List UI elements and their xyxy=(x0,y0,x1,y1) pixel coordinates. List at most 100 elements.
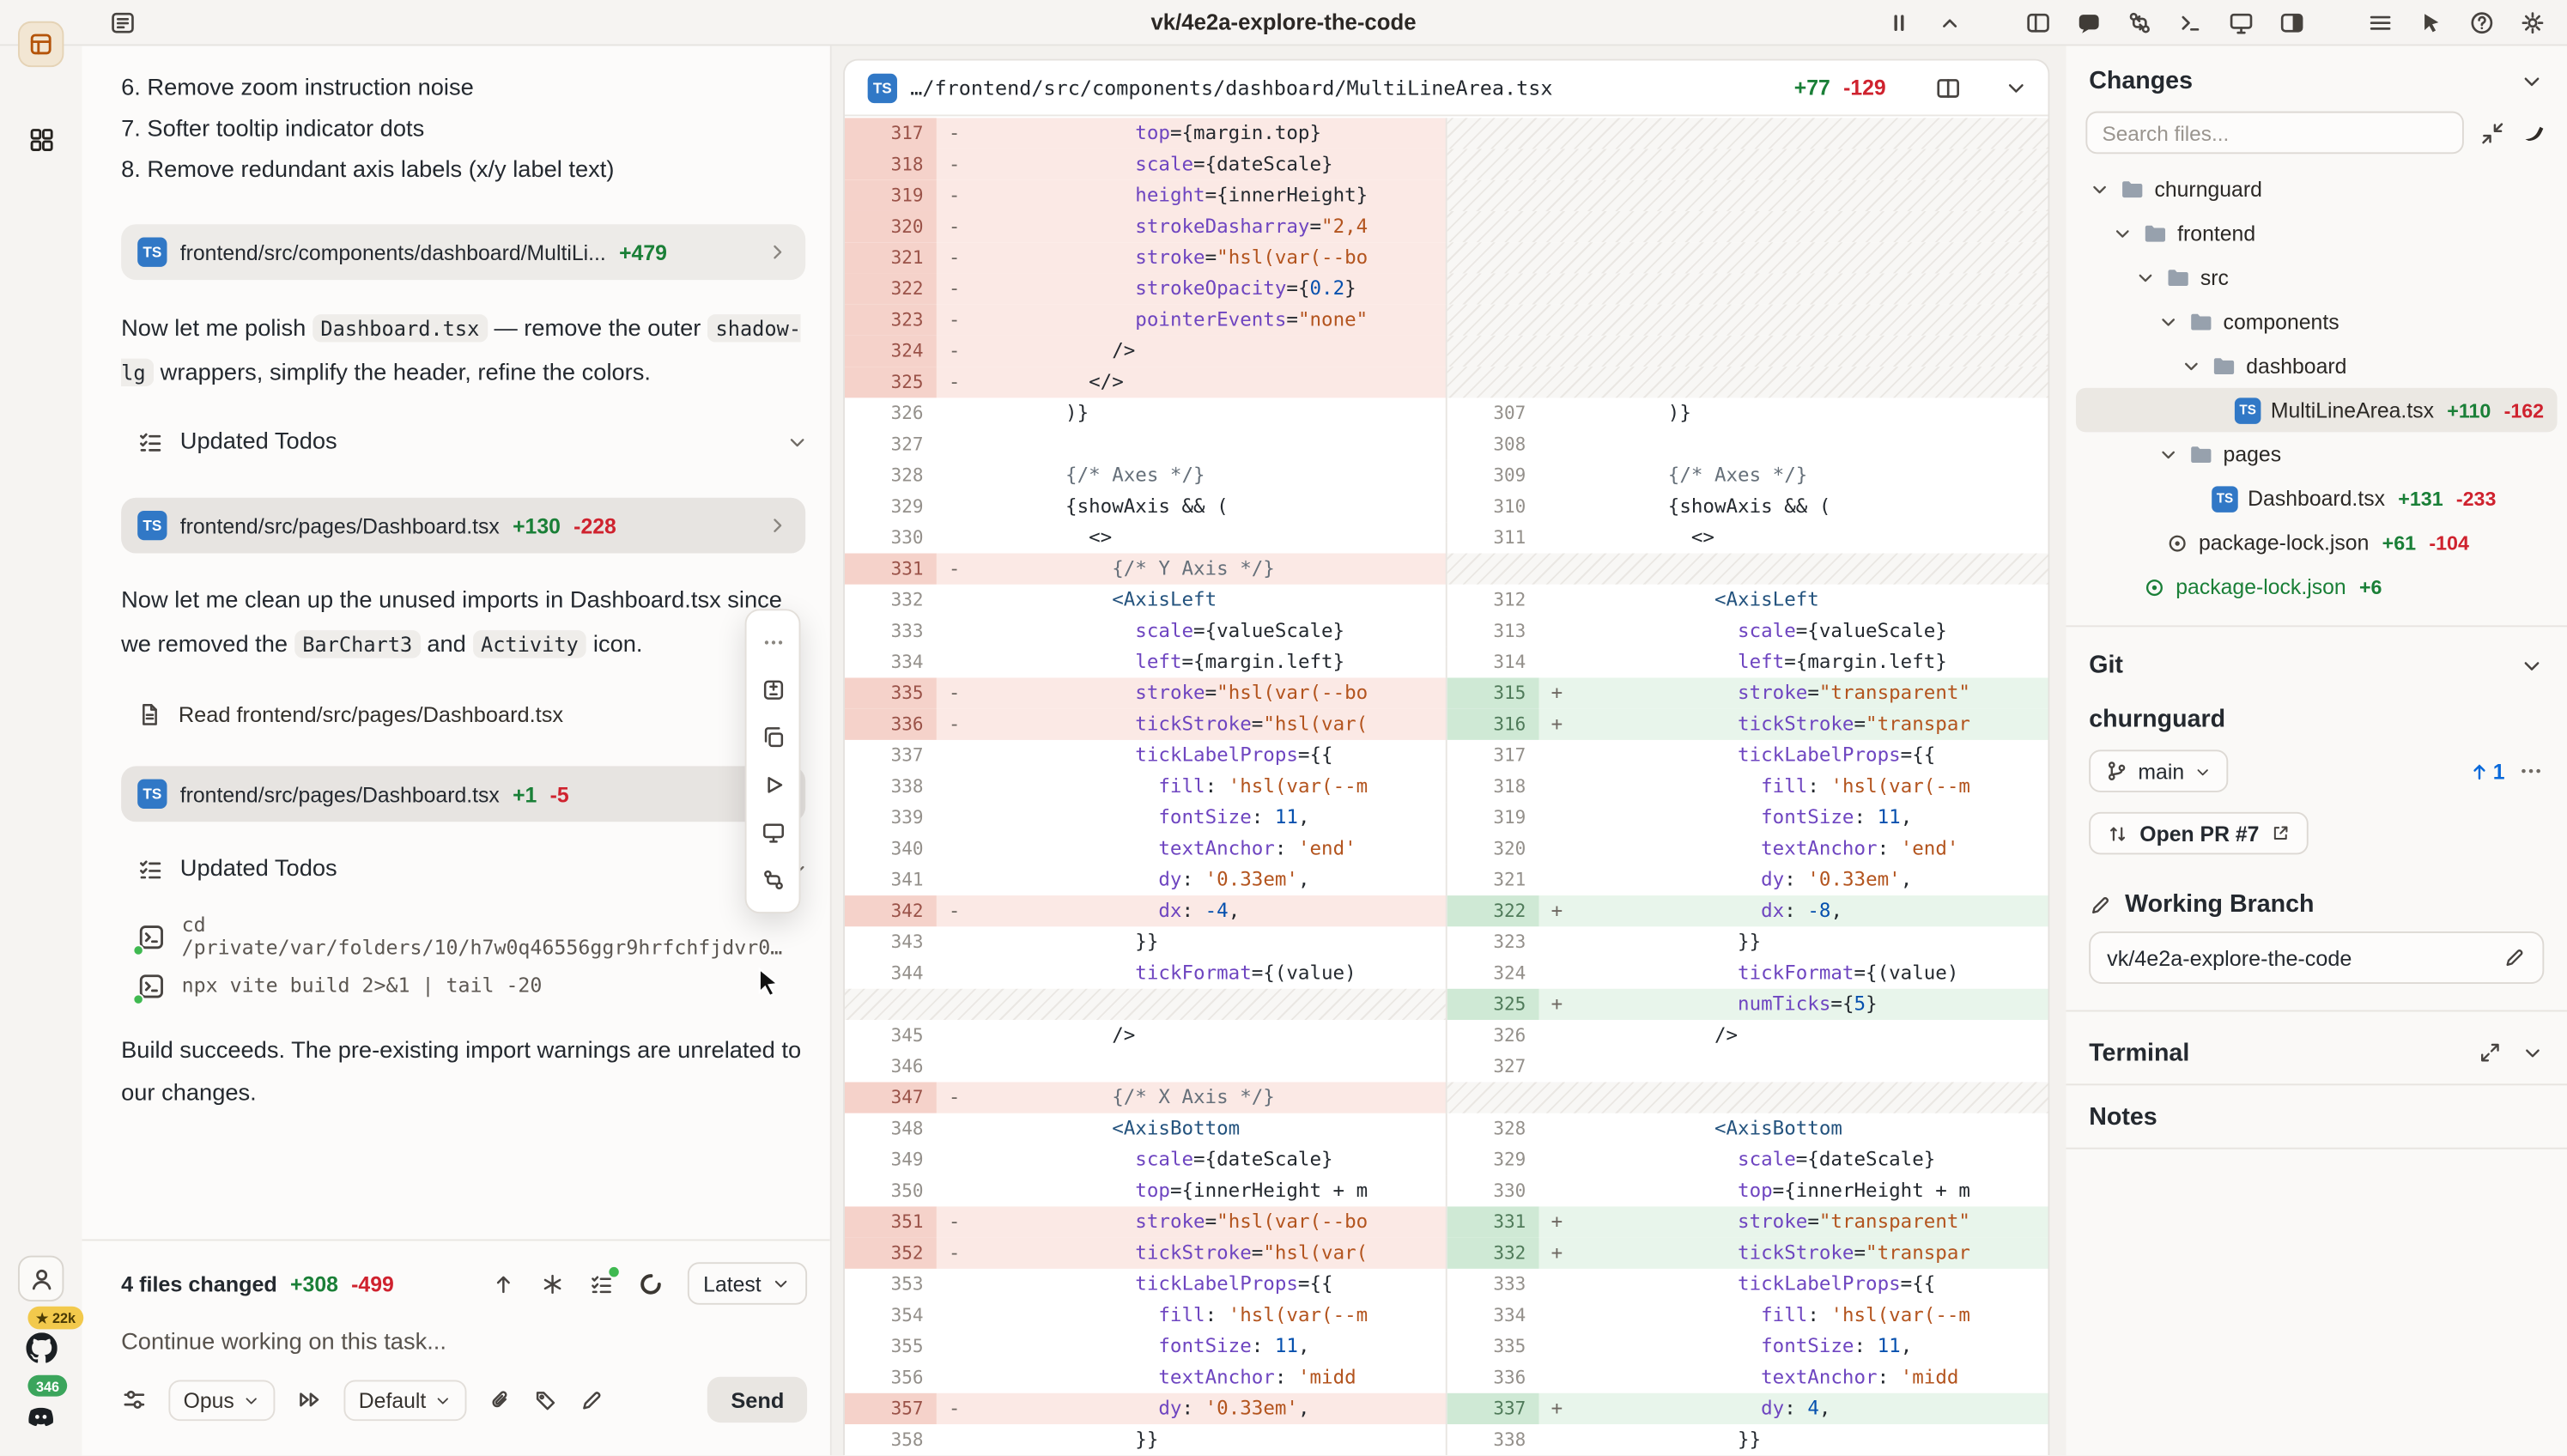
collapse-all-icon xyxy=(2480,120,2505,145)
changes-status-bar: 4 files changed +308 -499 Latest xyxy=(121,1260,807,1306)
diff-removed-line: 352- tickStroke="hsl(var( xyxy=(845,1238,1447,1269)
panel-left-button[interactable] xyxy=(2024,8,2053,37)
workspace-tab-active[interactable] xyxy=(18,21,64,67)
line-number: 344 xyxy=(845,958,937,989)
package-lock-icon xyxy=(2143,575,2166,598)
todo-list-item: 8. Remove redundant axis labels (x/y lab… xyxy=(121,150,807,191)
diff-row: 327308 xyxy=(845,429,2048,460)
github-link[interactable]: ★ 22k xyxy=(18,1325,64,1370)
diff-marker xyxy=(1538,1300,1575,1331)
tree-file-multilinearea-tsx[interactable]: TSMultiLineArea.tsx+110-162 xyxy=(2076,388,2558,432)
play-button[interactable] xyxy=(749,761,795,809)
mode-selector[interactable]: Default xyxy=(344,1380,467,1421)
attach-button[interactable] xyxy=(489,1387,513,1412)
discord-link[interactable]: 346 xyxy=(18,1393,64,1439)
composer-input[interactable] xyxy=(121,1329,807,1356)
commits-ahead[interactable]: 1 xyxy=(2468,759,2504,784)
updated-todos-toggle[interactable]: Updated Todos xyxy=(137,419,809,464)
code-text: dy: '0.33em', xyxy=(973,1393,1446,1424)
edit-branch-button[interactable] xyxy=(2503,946,2527,969)
model-selector[interactable]: Opus xyxy=(168,1380,275,1421)
diff-marker xyxy=(1538,771,1575,802)
diff-row: 357- dy: '0.33em',337+ dy: 4, xyxy=(845,1393,2048,1424)
line-number: 313 xyxy=(1447,616,1539,646)
code-text: <> xyxy=(1575,522,2048,553)
play-icon xyxy=(761,773,786,798)
tree-file-package-lock-json[interactable]: package-lock.json+6 xyxy=(2076,565,2558,609)
split-view-button[interactable] xyxy=(1935,75,1962,101)
pointer-share-button[interactable] xyxy=(2417,8,2446,37)
updated-todos-toggle[interactable]: Updated Todos xyxy=(137,846,809,892)
tree-file-package-lock-json[interactable]: package-lock.json+61-104 xyxy=(2076,520,2558,564)
terminal-command-row[interactable]: cd /private/var/folders/10/h7w0q46556ggr… xyxy=(137,919,807,955)
notes-section-header[interactable]: Notes xyxy=(2066,1089,2567,1144)
git-more-button[interactable] xyxy=(2518,758,2545,785)
git-section-header[interactable]: Git xyxy=(2066,640,2567,689)
tree-folder-src[interactable]: src xyxy=(2076,255,2558,299)
diff-row: 328 {/* Axes */}309 {/* Axes */} xyxy=(845,460,2048,491)
menu-button[interactable] xyxy=(2365,8,2394,37)
code-text: dy: '0.33em', xyxy=(973,864,1446,895)
composer-settings-button[interactable] xyxy=(121,1386,148,1413)
diff-filler xyxy=(1447,180,2048,211)
account-button[interactable] xyxy=(18,1256,64,1301)
branch-selector[interactable]: main xyxy=(2089,749,2228,792)
workspaces-button[interactable] xyxy=(25,123,58,155)
todos-status-button[interactable] xyxy=(589,1271,614,1296)
todo-list-item: 6. Remove zoom instruction noise xyxy=(121,69,807,110)
file-diff-chip[interactable]: TS frontend/src/pages/Dashboard.tsx +1 -… xyxy=(121,766,805,822)
collapse-up-button[interactable] xyxy=(1935,8,1964,37)
terminal-button[interactable] xyxy=(2176,8,2205,37)
pause-button[interactable] xyxy=(1884,8,1914,37)
diff-button[interactable] xyxy=(749,666,795,713)
write-button[interactable] xyxy=(580,1387,605,1412)
changes-section-header[interactable]: Changes xyxy=(2066,56,2567,105)
tree-folder-dashboard[interactable]: dashboard xyxy=(2076,343,2558,387)
tree-folder-churnguard[interactable]: churnguard xyxy=(2076,167,2558,211)
terminal-command-row[interactable]: npx vite build 2>&1 | tail -20 xyxy=(137,968,807,1004)
tree-folder-frontend[interactable]: frontend xyxy=(2076,211,2558,255)
search-input[interactable] xyxy=(2085,112,2463,155)
diff-marker xyxy=(1538,958,1575,989)
latest-selector[interactable]: Latest xyxy=(687,1262,807,1305)
tree-file-dashboard-tsx[interactable]: TSDashboard.tsx+131-233 xyxy=(2076,476,2558,520)
github-stars-badge: ★ 22k xyxy=(27,1307,83,1330)
scroll-top-button[interactable] xyxy=(490,1271,515,1296)
help-button[interactable] xyxy=(2467,8,2497,37)
line-number: 343 xyxy=(845,926,937,957)
chat-button[interactable] xyxy=(2074,8,2103,37)
copy-button[interactable] xyxy=(749,713,795,761)
bird-button[interactable] xyxy=(2521,119,2548,146)
diff-marker: - xyxy=(937,336,973,367)
feed-button[interactable] xyxy=(108,8,137,37)
chevron-down-icon xyxy=(2181,355,2202,377)
file-diff-chip[interactable]: TS frontend/src/pages/Dashboard.tsx +130… xyxy=(121,498,805,554)
context-tag-button[interactable] xyxy=(534,1387,559,1412)
chevron-down-icon xyxy=(771,1274,791,1294)
collapse-diff-button[interactable] xyxy=(2004,76,2029,100)
file-diff-chip[interactable]: TS frontend/src/components/dashboard/Mul… xyxy=(121,224,805,280)
working-branch-input[interactable] xyxy=(2107,945,2490,970)
send-button[interactable]: Send xyxy=(708,1377,807,1423)
display-button[interactable] xyxy=(2226,8,2255,37)
diff-context-line: 312 <AxisLeft xyxy=(1447,585,2048,616)
terminal-section-header[interactable]: Terminal xyxy=(2066,1025,2567,1081)
expand-terminal-button[interactable] xyxy=(2479,1041,2502,1065)
panel-right-button[interactable] xyxy=(2277,8,2306,37)
terminal-chevron[interactable] xyxy=(2521,1041,2545,1065)
tree-folder-pages[interactable]: pages xyxy=(2076,432,2558,476)
collapse-all-button[interactable] xyxy=(2480,120,2505,145)
read-file-row[interactable]: Read frontend/src/pages/Dashboard.tsx xyxy=(137,695,807,734)
settings-button[interactable] xyxy=(2518,8,2547,37)
tag-icon xyxy=(534,1387,559,1412)
diff-row: 326 )}307 )} xyxy=(845,397,2048,428)
fast-forward-button[interactable] xyxy=(296,1386,323,1413)
display-button[interactable] xyxy=(749,809,795,856)
asterisk-button[interactable] xyxy=(539,1271,564,1296)
tree-folder-components[interactable]: components xyxy=(2076,300,2558,343)
line-number: 329 xyxy=(1447,1144,1539,1175)
git-compare-button[interactable] xyxy=(2125,8,2154,37)
more-button[interactable] xyxy=(749,619,795,666)
open-pr-button[interactable]: Open PR #7 xyxy=(2089,812,2308,855)
compare-button[interactable] xyxy=(749,856,795,903)
